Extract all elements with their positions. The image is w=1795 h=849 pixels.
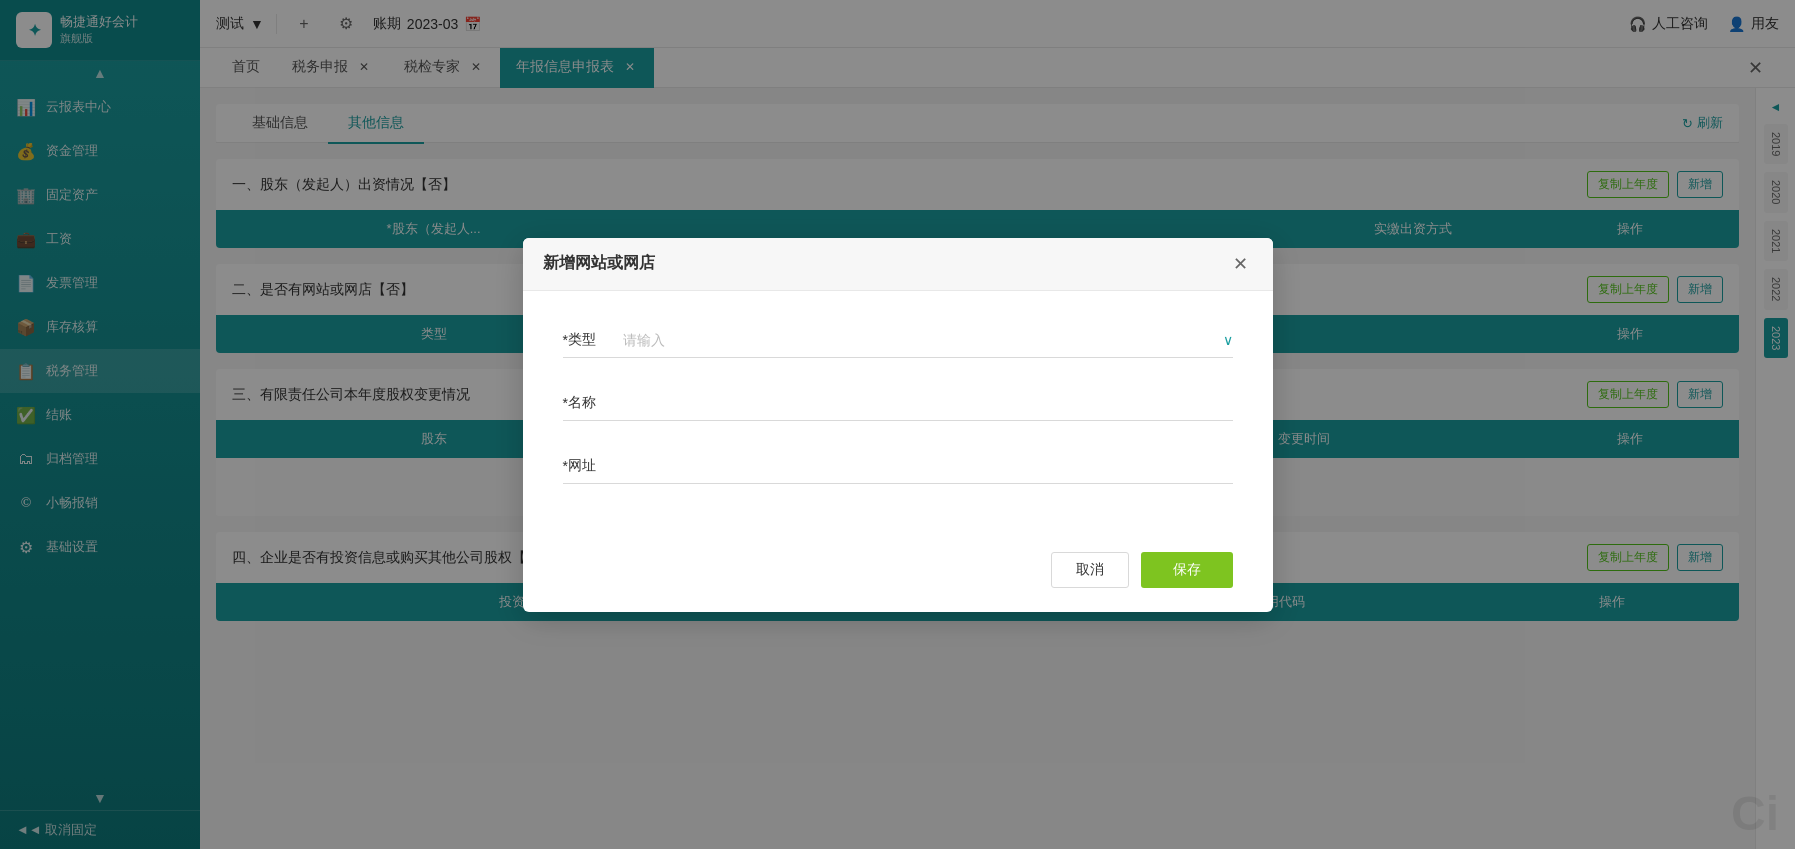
name-input[interactable]	[623, 395, 1233, 411]
form-item-type: * 类型 ∨	[563, 323, 1233, 358]
modal-header: 新增网站或网店 ✕	[523, 238, 1273, 291]
name-label-text: 名称	[568, 394, 596, 412]
url-label-text: 网址	[568, 457, 596, 475]
type-label-text: 类型	[568, 331, 596, 349]
type-input-wrap: * 类型 ∨	[563, 323, 1233, 358]
modal-title: 新增网站或网店	[543, 253, 655, 274]
url-input-wrap: * 网址	[563, 449, 1233, 484]
name-label: * 名称	[563, 394, 623, 412]
modal-footer: 取消 保存	[523, 536, 1273, 612]
url-input[interactable]	[623, 458, 1233, 474]
form-item-name: * 名称	[563, 386, 1233, 421]
name-input-wrap: * 名称	[563, 386, 1233, 421]
add-website-modal: 新增网站或网店 ✕ * 类型 ∨	[523, 238, 1273, 612]
type-input[interactable]	[623, 332, 1223, 348]
modal-overlay: 新增网站或网店 ✕ * 类型 ∨	[0, 0, 1795, 849]
modal-close-icon: ✕	[1233, 253, 1248, 275]
modal-close-btn[interactable]: ✕	[1229, 252, 1253, 276]
form-item-url: * 网址	[563, 449, 1233, 484]
type-dropdown-arrow[interactable]: ∨	[1223, 332, 1233, 348]
save-button[interactable]: 保存	[1141, 552, 1233, 588]
type-label: * 类型	[563, 331, 623, 349]
url-label: * 网址	[563, 457, 623, 475]
cancel-button[interactable]: 取消	[1051, 552, 1129, 588]
modal-body: * 类型 ∨ * 名称	[523, 291, 1273, 536]
